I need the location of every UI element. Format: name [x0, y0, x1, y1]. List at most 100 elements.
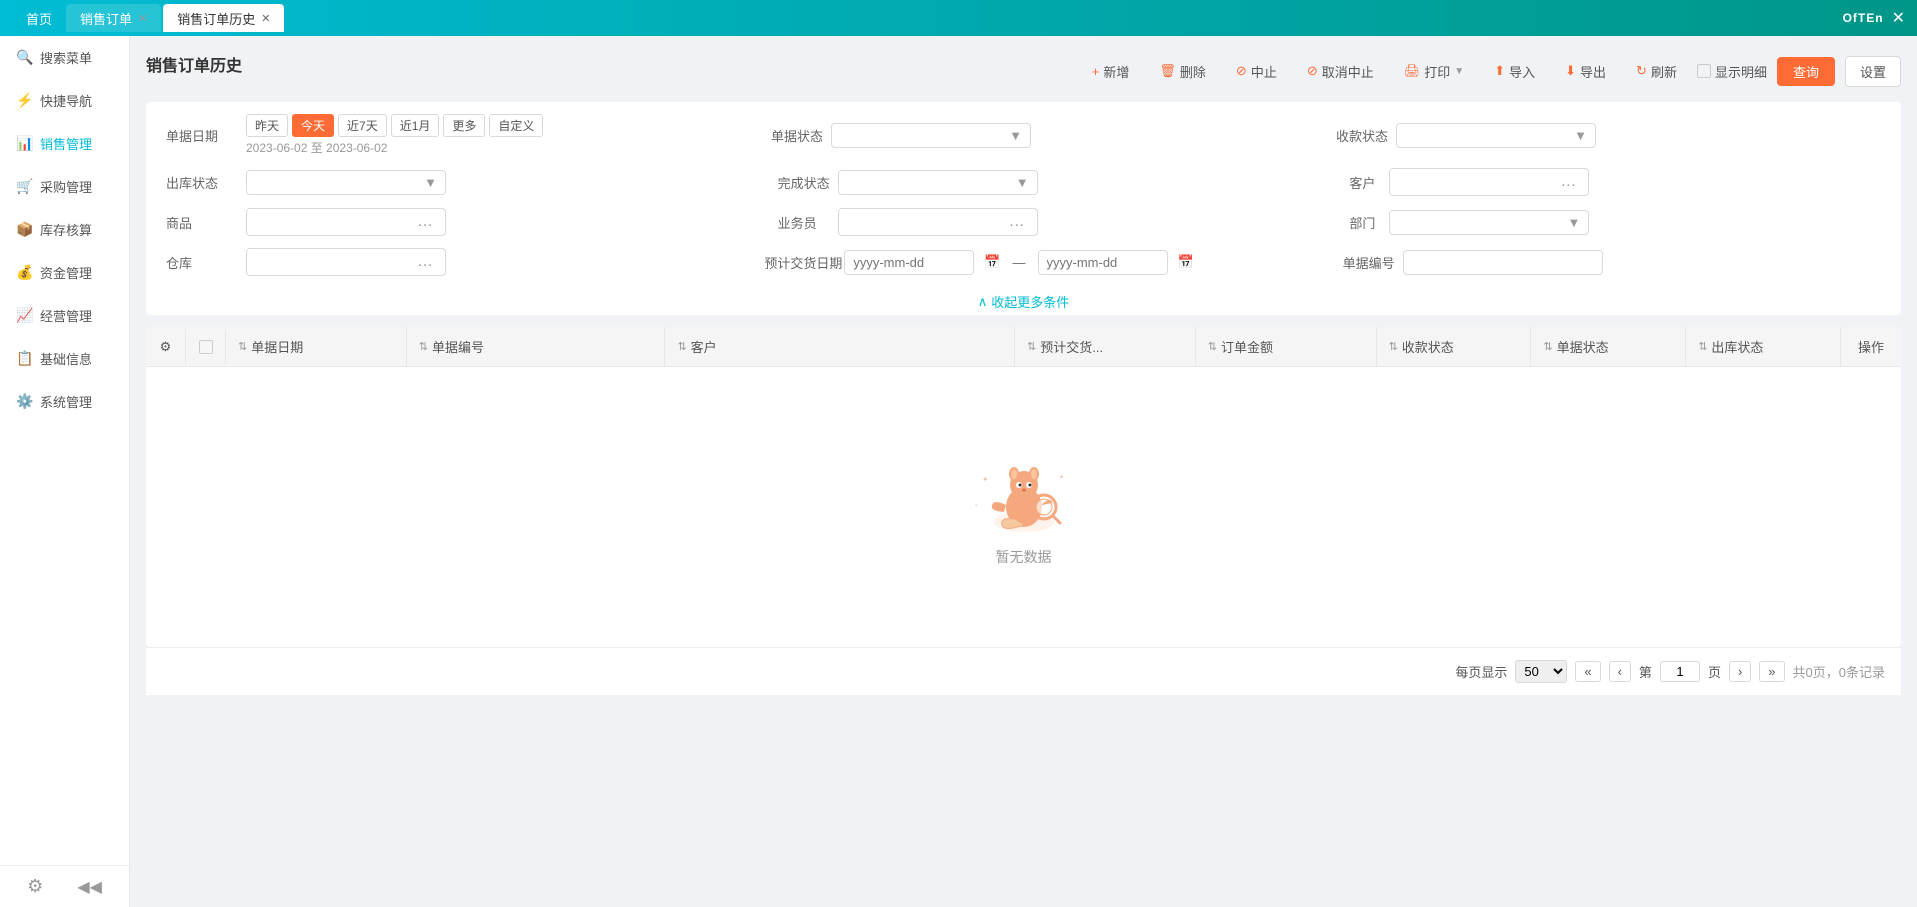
refresh-button[interactable]: ↻ 刷新 [1626, 57, 1687, 86]
first-page-button[interactable]: « [1575, 661, 1600, 682]
voucher-status-select[interactable]: ▼ [831, 123, 1031, 148]
sales-mgmt-icon: 📊 [16, 135, 32, 152]
page-number-input[interactable] [1660, 661, 1700, 682]
warehouse-ellipsis-btn[interactable]: … [413, 253, 437, 271]
out-status-select[interactable]: ▼ [246, 170, 446, 195]
sidebar-bottom: ⚙ ◀◀ [0, 865, 129, 907]
th-amount-sort-icon[interactable]: ⇅ [1208, 340, 1217, 353]
app-close-button[interactable]: ✕ [1892, 8, 1905, 28]
last-page-button[interactable]: » [1759, 661, 1784, 682]
voucher-no-input[interactable] [1403, 250, 1603, 275]
delete-icon: 🗑 [1159, 63, 1176, 79]
payment-status-select[interactable]: ▼ [1396, 123, 1596, 148]
sidebar-item-sales-mgmt[interactable]: 📊 销售管理 [0, 122, 129, 165]
svg-text:✦: ✦ [1059, 474, 1064, 481]
payment-status-arrow: ▼ [1574, 128, 1587, 143]
th-order: ⇅ 单据编号 [407, 327, 666, 366]
th-checkbox[interactable] [186, 330, 226, 364]
export-icon: ⬇ [1565, 63, 1576, 79]
data-table: ⚙ ⇅ 单据日期 ⇅ 单据编号 ⇅ 客户 ⇅ [146, 327, 1901, 647]
sidebar-settings-icon[interactable]: ⚙ [27, 876, 43, 897]
refresh-icon: ↻ [1636, 63, 1647, 79]
display-cols-checkbox[interactable] [1697, 64, 1711, 78]
system-icon: ⚙️ [16, 393, 32, 410]
calendar-icon-start[interactable]: 📅 [984, 254, 1000, 270]
sidebar-item-quick-nav[interactable]: ⚡ 快捷导航 [0, 79, 129, 122]
delivery-date-end[interactable] [1038, 250, 1168, 275]
th-date-sort-icon[interactable]: ⇅ [238, 340, 247, 353]
sidebar-item-basic-info[interactable]: 📋 基础信息 [0, 337, 129, 380]
dept-select[interactable]: ▼ [1389, 210, 1589, 235]
salesperson-ellipsis-btn[interactable]: … [1005, 213, 1029, 231]
svg-text:✦: ✦ [974, 503, 978, 509]
th-payment: ⇅ 收款状态 [1377, 327, 1532, 366]
new-button[interactable]: + 新增 [1082, 57, 1140, 86]
sidebar-item-operations[interactable]: 📈 经营管理 [0, 294, 129, 337]
import-button[interactable]: ⬆ 导入 [1484, 57, 1545, 86]
salesperson-control: … [838, 208, 1330, 236]
sidebar-item-system[interactable]: ⚙️ 系统管理 [0, 380, 129, 423]
date-btn-more[interactable]: 更多 [443, 114, 485, 137]
empty-text: 暂无数据 [996, 547, 1052, 567]
payment-status-label: 收款状态 [1336, 126, 1396, 145]
th-order-sort-icon[interactable]: ⇅ [419, 340, 428, 353]
print-icon: 🖨 [1404, 63, 1421, 79]
calendar-icon-end[interactable]: 📅 [1178, 254, 1194, 270]
goods-ellipsis-btn[interactable]: … [413, 213, 437, 231]
date-btn-yesterday[interactable]: 昨天 [246, 114, 288, 137]
th-customer-sort-icon[interactable]: ⇅ [677, 340, 686, 353]
delete-button[interactable]: 🗑 删除 [1149, 57, 1216, 86]
export-button[interactable]: ⬇ 导出 [1555, 57, 1616, 86]
cancel-stop-button[interactable]: ⊘ 取消中止 [1297, 57, 1384, 86]
sidebar-item-search-menu[interactable]: 🔍 搜索菜单 [0, 36, 129, 79]
customer-control: … [1389, 168, 1881, 196]
sidebar-item-finance[interactable]: 💰 资金管理 [0, 251, 129, 294]
complete-status-label: 完成状态 [778, 173, 838, 192]
tab-sales-order-close[interactable]: ✕ [138, 12, 147, 25]
chevron-up-icon: ∧ [978, 294, 988, 310]
next-page-button[interactable]: › [1729, 661, 1751, 682]
tab-home[interactable]: 首页 [12, 9, 66, 28]
sidebar-item-inventory[interactable]: 📦 库存核算 [0, 208, 129, 251]
svg-text:✦: ✦ [982, 475, 989, 484]
prev-page-button[interactable]: ‹ [1609, 661, 1631, 682]
th-payment-sort-icon[interactable]: ⇅ [1389, 340, 1398, 353]
th-delivery-sort-icon[interactable]: ⇅ [1027, 340, 1036, 353]
collapse-bar[interactable]: ∧ 收起更多条件 [166, 288, 1881, 311]
warehouse-label: 仓库 [166, 253, 246, 272]
header-checkbox[interactable] [199, 340, 213, 354]
th-actions: 操作 [1841, 327, 1901, 366]
top-bar-right: OfTEn ✕ [1843, 8, 1905, 28]
tab-sales-order-history[interactable]: 销售订单历史 ✕ [163, 4, 284, 32]
settings-button[interactable]: 设置 [1845, 56, 1901, 87]
customer-ellipsis-btn[interactable]: … [1556, 173, 1580, 191]
sidebar: 🔍 搜索菜单 ⚡ 快捷导航 📊 销售管理 🛒 采购管理 📦 库存核算 💰 资金管… [0, 36, 130, 907]
th-out-sort-icon[interactable]: ⇅ [1698, 340, 1707, 353]
query-button[interactable]: 查询 [1777, 57, 1835, 86]
date-btn-last1month[interactable]: 近1月 [391, 114, 440, 137]
settings-gear-icon[interactable]: ⚙ [160, 339, 172, 355]
stop-button[interactable]: ⊘ 中止 [1226, 57, 1287, 86]
operations-icon: 📈 [16, 307, 32, 324]
sidebar-collapse-icon[interactable]: ◀◀ [77, 877, 102, 897]
empty-state: ✦ ✦ ✦ 暂无数据 [146, 367, 1901, 647]
th-out-status: ⇅ 出库状态 [1686, 327, 1841, 366]
tab-sales-order[interactable]: 销售订单 ✕ [66, 4, 161, 32]
print-button[interactable]: 🖨 打印 ▼ [1394, 57, 1474, 86]
complete-status-arrow: ▼ [1016, 175, 1029, 190]
th-settings[interactable]: ⚙ [146, 329, 186, 365]
cancel-stop-icon: ⊘ [1307, 63, 1318, 79]
per-page-select[interactable]: 50 20 100 [1515, 660, 1567, 683]
date-btn-today[interactable]: 今天 [292, 114, 334, 137]
date-btn-custom[interactable]: 自定义 [489, 114, 543, 137]
date-btn-last7[interactable]: 近7天 [338, 114, 387, 137]
out-status-label: 出库状态 [166, 173, 246, 192]
tab-sales-order-history-close[interactable]: ✕ [261, 12, 270, 25]
th-doc-sort-icon[interactable]: ⇅ [1543, 340, 1552, 353]
complete-status-select[interactable]: ▼ [838, 170, 1038, 195]
delivery-date-start[interactable] [844, 250, 974, 275]
sidebar-item-purchase-mgmt[interactable]: 🛒 采购管理 [0, 165, 129, 208]
plus-icon: + [1092, 64, 1100, 79]
display-cols-toggle[interactable]: 显示明细 [1697, 62, 1767, 81]
table-header: ⚙ ⇅ 单据日期 ⇅ 单据编号 ⇅ 客户 ⇅ [146, 327, 1901, 367]
